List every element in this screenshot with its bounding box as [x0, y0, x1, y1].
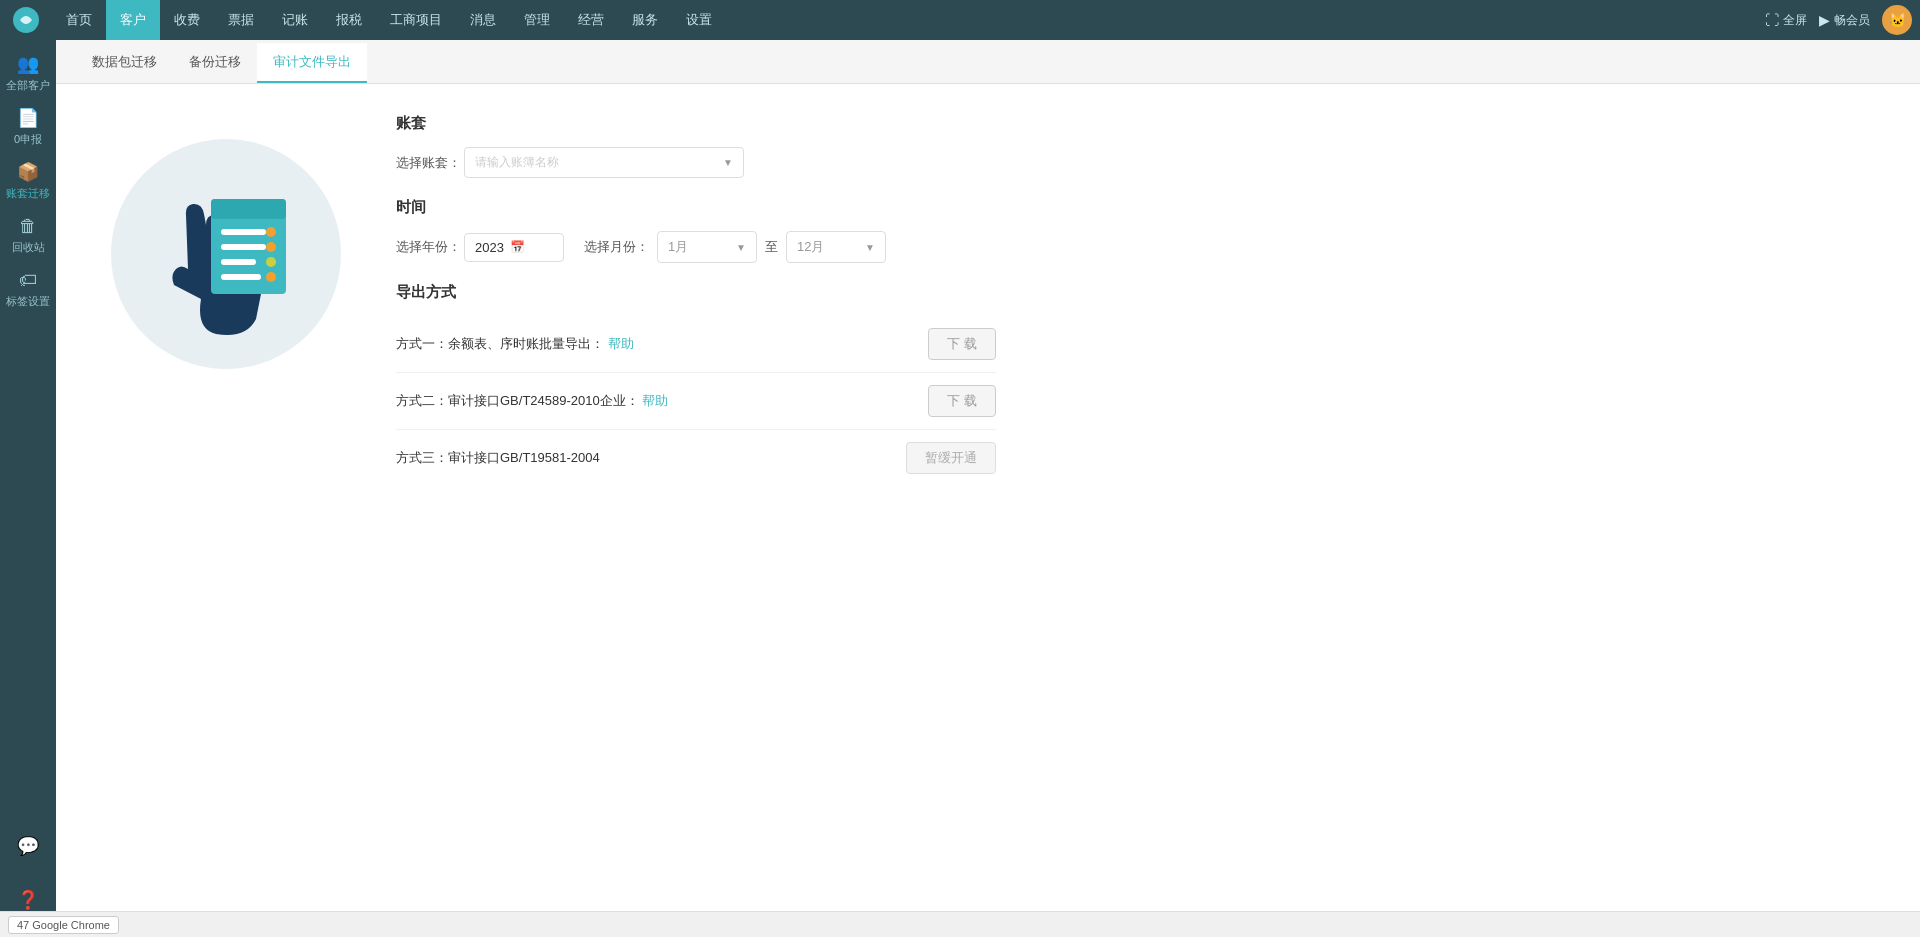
illustration-circle: [111, 139, 341, 369]
help-icon: ❓: [17, 889, 39, 911]
month-label: 选择月份：: [584, 238, 649, 256]
chevron-down-icon: ▼: [723, 157, 733, 168]
account-label: 选择账套：: [396, 154, 456, 172]
nav-right: ⛶ 全屏 ▶ 畅会员 🐱: [1765, 5, 1912, 35]
export-section-title: 导出方式: [396, 283, 996, 302]
main-layout: 👥 全部客户 📄 0申报 📦 账套迁移 🗑 回收站 🏷 标签设置 💬 ❓: [0, 40, 1920, 937]
sidebar-item-zero-declare[interactable]: 📄 0申报: [3, 102, 53, 152]
clients-icon: 👥: [17, 53, 39, 75]
status-bar: 47 Google Chrome: [0, 911, 1920, 937]
tabs-bar: 数据包迁移 备份迁移 审计文件导出: [56, 40, 1920, 84]
nav-client[interactable]: 客户: [106, 0, 160, 40]
sidebar-item-all-clients[interactable]: 👥 全部客户: [3, 48, 53, 98]
svg-point-10: [266, 272, 276, 282]
month-end-select[interactable]: 12月 ▼: [786, 231, 886, 263]
recycle-icon: 🗑: [19, 216, 37, 237]
migration-icon: 📦: [17, 161, 39, 183]
nav-manage[interactable]: 管理: [510, 0, 564, 40]
account-row: 选择账套： 请输入账簿名称 ▼: [396, 147, 996, 178]
year-value: 2023: [475, 240, 504, 255]
chevron-down-icon-2: ▼: [736, 242, 746, 253]
user-avatar[interactable]: 🐱: [1882, 5, 1912, 35]
svg-rect-4: [221, 244, 266, 250]
nav-settings[interactable]: 设置: [672, 0, 726, 40]
sidebar-item-chat[interactable]: 💬: [3, 821, 53, 871]
chevron-down-icon-3: ▼: [865, 242, 875, 253]
svg-rect-6: [221, 274, 261, 280]
sidebar-item-recycle[interactable]: 🗑 回收站: [3, 210, 53, 260]
sidebar-item-tag-settings[interactable]: 🏷 标签设置: [3, 264, 53, 314]
svg-rect-2: [211, 199, 286, 219]
method1-desc: 方式一：余额表、序时账批量导出： 帮助: [396, 335, 634, 353]
account-placeholder: 请输入账簿名称: [475, 154, 559, 171]
method3-open-button[interactable]: 暂缓开通: [906, 442, 996, 474]
month-end-value: 12月: [797, 238, 824, 256]
audit-illustration: [146, 169, 306, 339]
month-start-select[interactable]: 1月 ▼: [657, 231, 757, 263]
method1-help-link[interactable]: 帮助: [608, 336, 634, 351]
tab-audit-export[interactable]: 审计文件导出: [257, 43, 367, 83]
account-select[interactable]: 请输入账簿名称 ▼: [464, 147, 744, 178]
illustration-wrap: [96, 114, 356, 394]
calendar-icon: 📅: [510, 240, 525, 254]
nav-service[interactable]: 服务: [618, 0, 672, 40]
tab-data-migration[interactable]: 数据包迁移: [76, 43, 173, 83]
fullscreen-button[interactable]: ⛶ 全屏: [1765, 12, 1807, 29]
nav-fee[interactable]: 收费: [160, 0, 214, 40]
content-area: 数据包迁移 备份迁移 审计文件导出: [56, 40, 1920, 937]
tag-icon: 🏷: [19, 270, 37, 291]
svg-rect-5: [221, 259, 256, 265]
nav-tax[interactable]: 报税: [322, 0, 376, 40]
method2-download-button[interactable]: 下 载: [928, 385, 996, 417]
svg-point-8: [266, 242, 276, 252]
chat-icon: 💬: [17, 835, 39, 857]
page-content: 账套 选择账套： 请输入账簿名称 ▼ 时间 选择年份： 2023 📅: [56, 84, 1920, 516]
account-section-title: 账套: [396, 114, 996, 133]
year-label: 选择年份：: [396, 238, 456, 256]
time-section-title: 时间: [396, 198, 996, 217]
method1-download-button[interactable]: 下 载: [928, 328, 996, 360]
export-method-1-row: 方式一：余额表、序时账批量导出： 帮助 下 载: [396, 316, 996, 373]
year-input[interactable]: 2023 📅: [464, 233, 564, 262]
form-area: 账套 选择账套： 请输入账簿名称 ▼ 时间 选择年份： 2023 📅: [396, 114, 996, 486]
method3-desc: 方式三：审计接口GB/T19581-2004: [396, 449, 600, 467]
nav-biz[interactable]: 工商项目: [376, 0, 456, 40]
nav-msg[interactable]: 消息: [456, 0, 510, 40]
declare-icon: 📄: [17, 107, 39, 129]
export-method-2-row: 方式二：审计接口GB/T24589-2010企业： 帮助 下 载: [396, 373, 996, 430]
month-start-value: 1月: [668, 238, 688, 256]
export-method-3-row: 方式三：审计接口GB/T19581-2004 暂缓开通: [396, 430, 996, 486]
sidebar-item-migration[interactable]: 📦 账套迁移: [3, 156, 53, 206]
method2-help-link[interactable]: 帮助: [642, 393, 668, 408]
nav-items: 首页 客户 收费 票据 记账 报税 工商项目 消息 管理 经营 服务 设置: [52, 0, 1765, 40]
to-label: 至: [765, 238, 778, 256]
svg-point-7: [266, 227, 276, 237]
nav-bookkeeping[interactable]: 记账: [268, 0, 322, 40]
member-button[interactable]: ▶ 畅会员: [1819, 12, 1870, 29]
nav-home[interactable]: 首页: [52, 0, 106, 40]
nav-invoice[interactable]: 票据: [214, 0, 268, 40]
svg-rect-3: [221, 229, 266, 235]
method2-desc: 方式二：审计接口GB/T24589-2010企业： 帮助: [396, 392, 668, 410]
tab-backup-migration[interactable]: 备份迁移: [173, 43, 257, 83]
svg-point-9: [266, 257, 276, 267]
export-section: 方式一：余额表、序时账批量导出： 帮助 下 载 方式二：审计接口GB/T2458…: [396, 316, 996, 486]
top-navigation: 首页 客户 收费 票据 记账 报税 工商项目 消息 管理 经营 服务 设置 ⛶ …: [0, 0, 1920, 40]
app-logo: [8, 2, 44, 38]
sidebar: 👥 全部客户 📄 0申报 📦 账套迁移 🗑 回收站 🏷 标签设置 💬 ❓: [0, 40, 56, 937]
browser-status: 47 Google Chrome: [8, 916, 119, 934]
time-row: 选择年份： 2023 📅 选择月份： 1月 ▼ 至 12月 ▼: [396, 231, 996, 263]
nav-operation[interactable]: 经营: [564, 0, 618, 40]
